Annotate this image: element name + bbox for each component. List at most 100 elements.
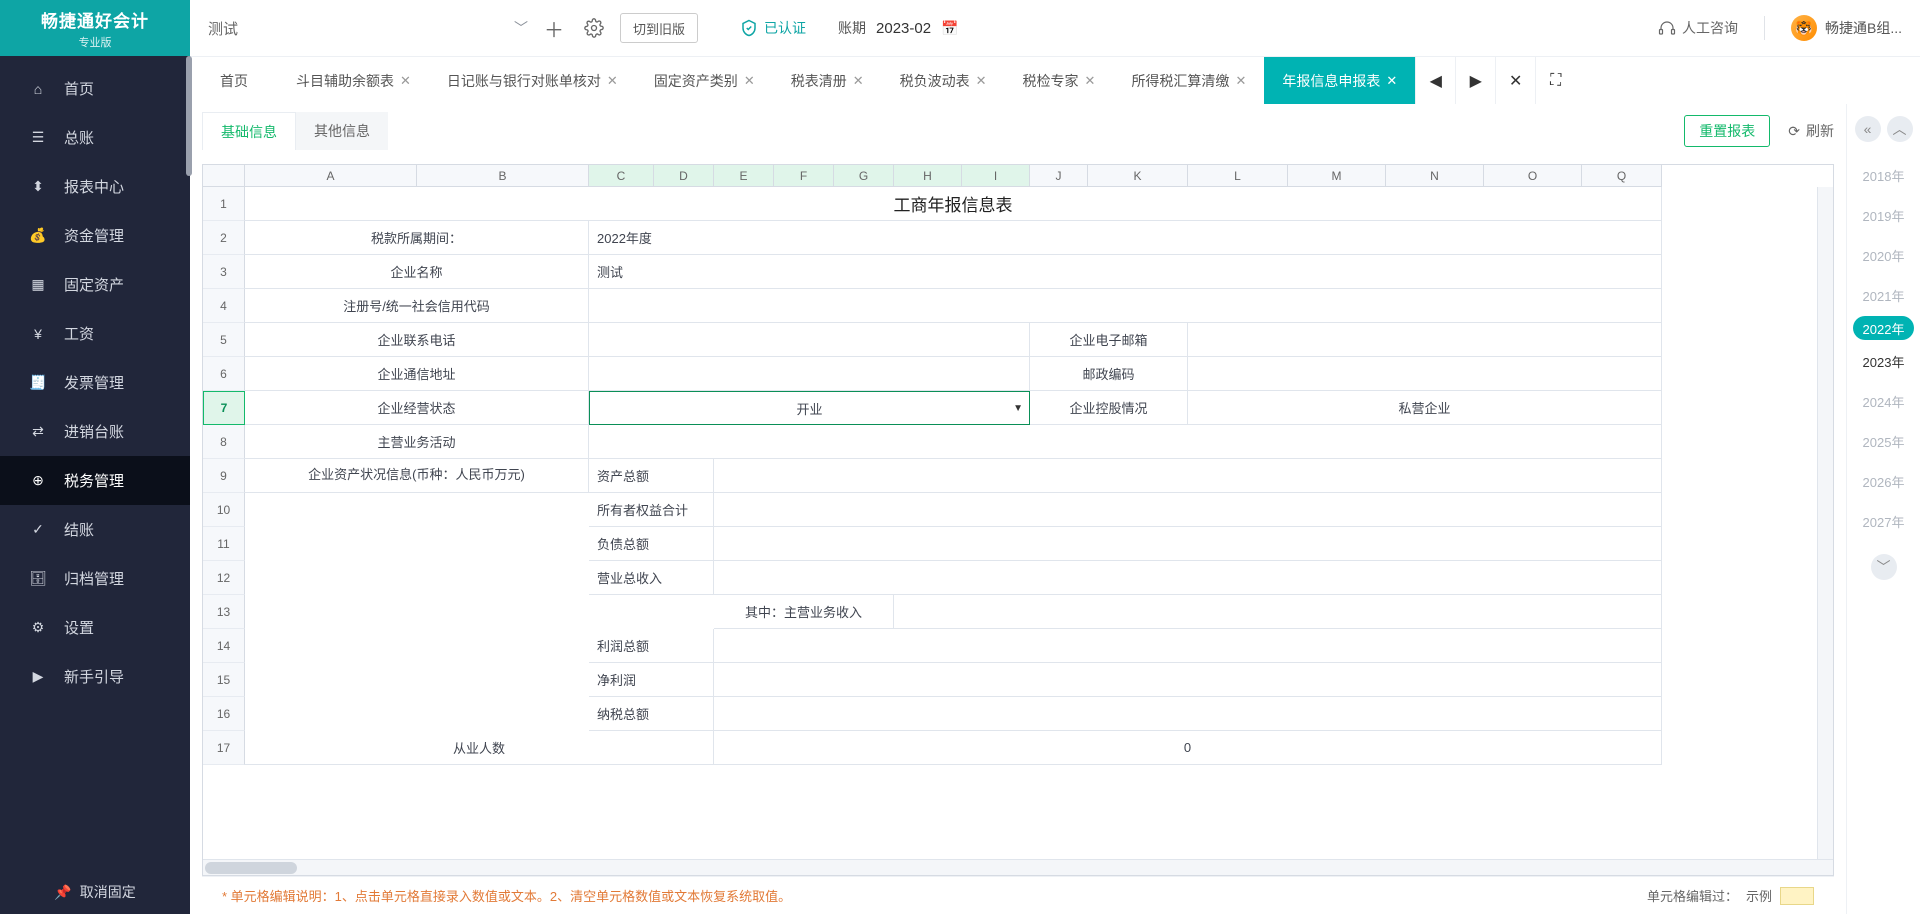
cell[interactable]: 企业名称	[245, 255, 589, 289]
year-2021年[interactable]: 2021年	[1863, 276, 1905, 314]
tab-4[interactable]: 税表清册✕	[773, 57, 882, 104]
spreadsheet[interactable]: ABCDEFGHIJKLMNOQ1工商年报信息表2税款所属期间：2022年度3企…	[202, 164, 1834, 876]
col-header[interactable]: F	[774, 165, 834, 187]
cell[interactable]: 企业控股情况	[1030, 391, 1188, 425]
row-header[interactable]: 2	[203, 221, 245, 255]
cell[interactable]	[714, 697, 1662, 731]
nav-item-3[interactable]: 💰资金管理	[0, 211, 190, 260]
nav-item-4[interactable]: ▦固定资产	[0, 260, 190, 309]
cell[interactable]	[714, 459, 1662, 493]
cell[interactable]	[714, 561, 1662, 595]
cell[interactable]	[714, 663, 1662, 697]
row-header[interactable]: 8	[203, 425, 245, 459]
col-header[interactable]: D	[654, 165, 714, 187]
year-2018年[interactable]: 2018年	[1863, 156, 1905, 194]
nav-item-7[interactable]: ⇄进销台账	[0, 407, 190, 456]
cell[interactable]: 资产总额	[589, 459, 714, 493]
cell[interactable]: 主营业务活动	[245, 425, 589, 459]
cell[interactable]: 税款所属期间：	[245, 221, 589, 255]
cell[interactable]: 纳税总额	[589, 697, 714, 731]
calendar-icon[interactable]: 📅	[941, 20, 958, 37]
nav-item-8[interactable]: ⊕税务管理	[0, 456, 190, 505]
year-2026年[interactable]: 2026年	[1863, 462, 1905, 500]
cell[interactable]: 测试	[589, 255, 1662, 289]
year-2024年[interactable]: 2024年	[1863, 382, 1905, 420]
tab-scroll-right[interactable]: ▶	[1455, 57, 1495, 104]
cell[interactable]: 营业总收入	[589, 561, 714, 595]
refresh-button[interactable]: ⟳ 刷新	[1788, 121, 1834, 141]
row-header[interactable]: 12	[203, 561, 245, 595]
col-header[interactable]: A	[245, 165, 417, 187]
user-menu[interactable]: 🐯 畅捷通B组...	[1791, 15, 1902, 41]
col-header[interactable]: G	[834, 165, 894, 187]
cell[interactable]: 从业人数	[245, 731, 714, 765]
tab-2[interactable]: 日记账与银行对账单核对✕	[429, 57, 636, 104]
cell[interactable]: 私营企业	[1188, 391, 1662, 425]
col-header[interactable]: H	[894, 165, 962, 187]
row-header[interactable]: 1	[203, 187, 245, 221]
col-header[interactable]	[203, 165, 245, 187]
row-header[interactable]: 16	[203, 697, 245, 731]
company-select[interactable]: 测试 ﹀	[208, 11, 528, 45]
cell[interactable]	[1188, 323, 1662, 357]
nav-item-5[interactable]: ¥工资	[0, 309, 190, 358]
col-header[interactable]: E	[714, 165, 774, 187]
col-header[interactable]: Q	[1582, 165, 1662, 187]
tab-close-all[interactable]: ✕	[1495, 57, 1535, 104]
year-2027年[interactable]: 2027年	[1863, 502, 1905, 540]
close-icon[interactable]: ✕	[744, 73, 755, 89]
tab-7[interactable]: 所得税汇算清缴✕	[1113, 57, 1264, 104]
cell[interactable]: 企业电子邮箱	[1030, 323, 1188, 357]
col-header[interactable]: I	[962, 165, 1030, 187]
row-header[interactable]: 5	[203, 323, 245, 357]
cell[interactable]	[714, 527, 1662, 561]
cell[interactable]: 企业通信地址	[245, 357, 589, 391]
close-icon[interactable]: ✕	[1085, 73, 1096, 89]
tab-scroll-left[interactable]: ◀	[1415, 57, 1455, 104]
rail-up-button[interactable]: ︿	[1887, 116, 1913, 142]
col-header[interactable]: O	[1484, 165, 1582, 187]
nav-item-11[interactable]: ⚙设置	[0, 603, 190, 652]
row-header[interactable]: 13	[203, 595, 245, 629]
cell[interactable]: 利润总额	[589, 629, 714, 663]
cell[interactable]: 注册号/统一社会信用代码	[245, 289, 589, 323]
nav-item-10[interactable]: 🗄归档管理	[0, 554, 190, 603]
row-header[interactable]: 4	[203, 289, 245, 323]
subtab-0[interactable]: 基础信息	[202, 112, 296, 150]
year-2020年[interactable]: 2020年	[1863, 236, 1905, 274]
close-icon[interactable]: ✕	[1235, 73, 1246, 89]
close-icon[interactable]: ✕	[1386, 73, 1397, 89]
row-header[interactable]: 7	[203, 391, 245, 425]
cell[interactable]: 其中：主营业务收入	[714, 595, 894, 629]
close-icon[interactable]: ✕	[853, 73, 864, 89]
col-header[interactable]: N	[1386, 165, 1484, 187]
tab-5[interactable]: 税负波动表✕	[882, 57, 1005, 104]
cell[interactable]: 净利润	[589, 663, 714, 697]
close-icon[interactable]: ✕	[607, 73, 618, 89]
reset-report-button[interactable]: 重置报表	[1684, 115, 1770, 147]
scrollbar-thumb[interactable]	[205, 862, 297, 874]
row-header[interactable]: 17	[203, 731, 245, 765]
row-header[interactable]: 14	[203, 629, 245, 663]
tab-6[interactable]: 税检专家✕	[1005, 57, 1114, 104]
row-header[interactable]: 10	[203, 493, 245, 527]
row-header[interactable]: 15	[203, 663, 245, 697]
cell[interactable]: 企业经营状态	[245, 391, 589, 425]
nav-item-1[interactable]: ☰总账	[0, 113, 190, 162]
nav-item-12[interactable]: ▶新手引导	[0, 652, 190, 701]
cell[interactable]: 工商年报信息表	[245, 187, 1662, 221]
rail-down-button[interactable]: ﹀	[1871, 554, 1897, 580]
cell[interactable]	[714, 493, 1662, 527]
col-header[interactable]: B	[417, 165, 589, 187]
tab-3[interactable]: 固定资产类别✕	[636, 57, 773, 104]
close-icon[interactable]: ✕	[976, 73, 987, 89]
year-2025年[interactable]: 2025年	[1863, 422, 1905, 460]
cell[interactable]	[589, 289, 1662, 323]
year-2023年[interactable]: 2023年	[1863, 342, 1905, 380]
nav-item-6[interactable]: 🧾发票管理	[0, 358, 190, 407]
support-button[interactable]: 人工咨询	[1658, 18, 1738, 38]
cell[interactable]: 企业资产状况信息(币种：人民币万元)	[245, 459, 589, 493]
col-header[interactable]: L	[1188, 165, 1288, 187]
col-header[interactable]: K	[1088, 165, 1188, 187]
year-2019年[interactable]: 2019年	[1863, 196, 1905, 234]
